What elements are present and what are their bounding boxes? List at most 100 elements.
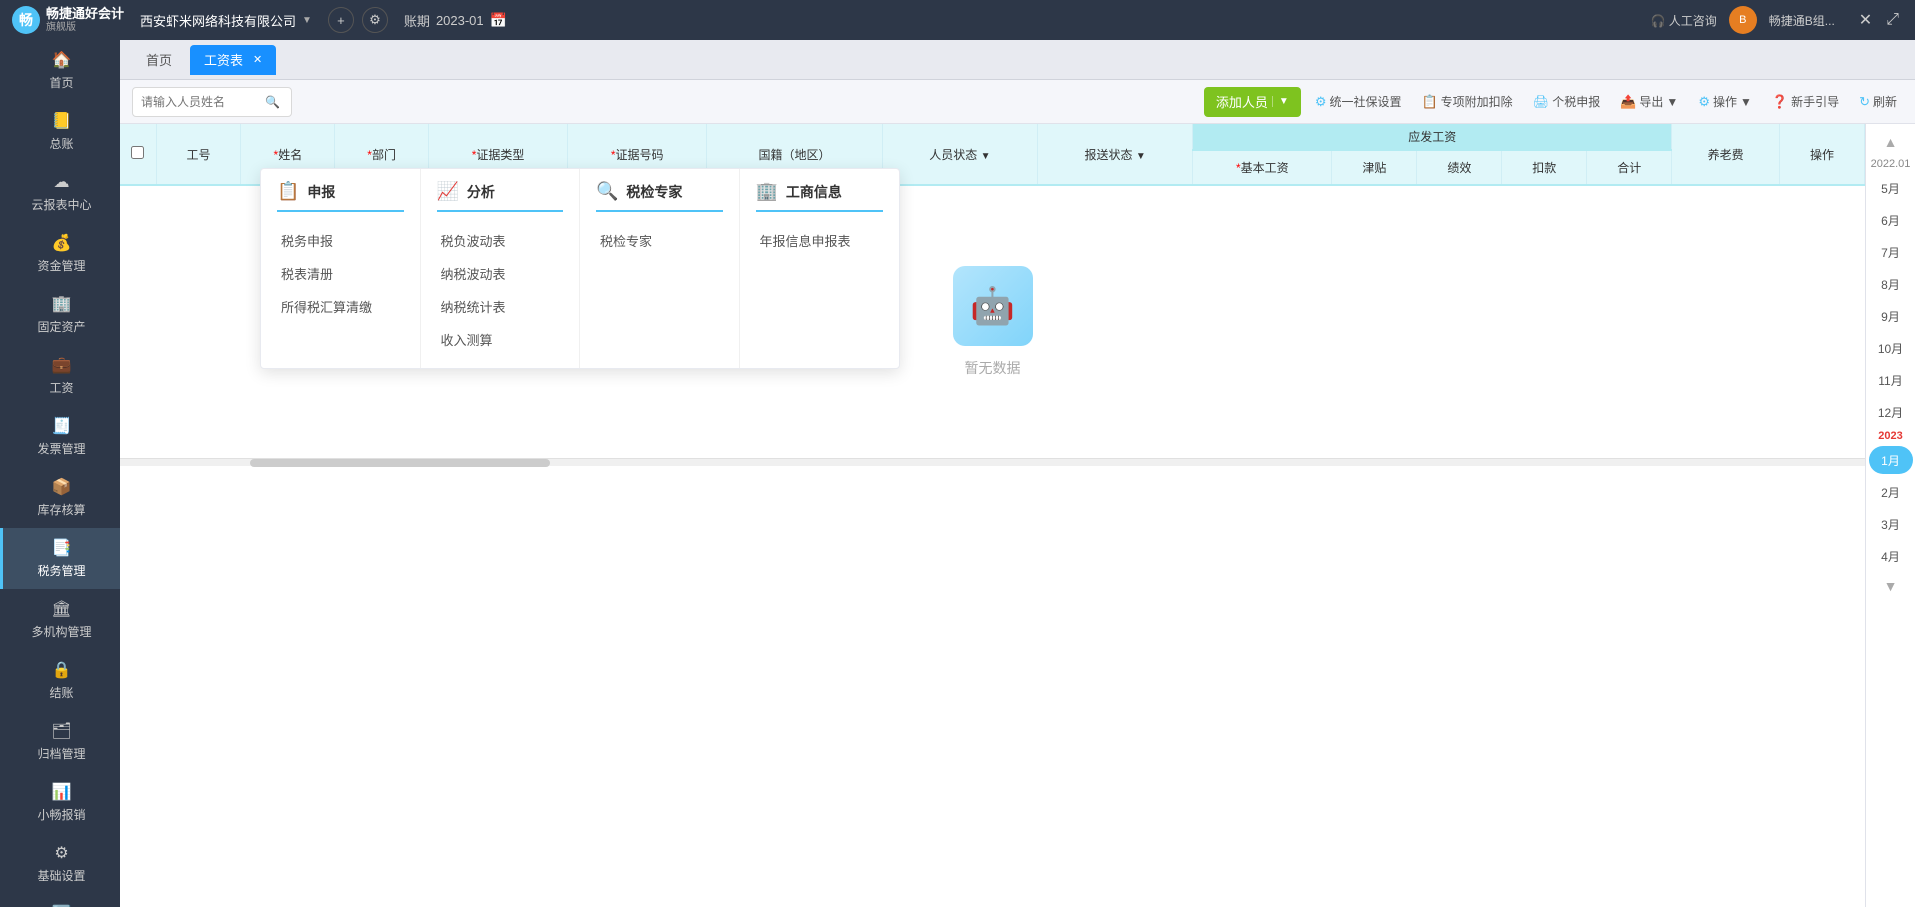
sidebar-item-home[interactable]: 🏠 首页	[0, 40, 120, 101]
operations-label: 操作	[1713, 93, 1737, 110]
sidebar-item-multi-org[interactable]: 🏛 多机构管理	[0, 589, 120, 650]
fixed-assets-icon: 🏢	[52, 294, 72, 314]
customer-service[interactable]: 🎧 人工咨询	[1650, 12, 1716, 29]
cal-month-5[interactable]: 5月	[1869, 174, 1913, 202]
search-input-wrapper[interactable]: 🔍	[132, 87, 292, 117]
refresh-button[interactable]: ↻ 刷新	[1853, 87, 1903, 117]
maximize-window-button[interactable]: ⤢	[1882, 10, 1903, 30]
social-insurance-icon: ⚙	[1315, 94, 1327, 110]
logo-icon: 畅	[12, 6, 40, 34]
dropdown-col-tax-expert-header: 🔍 税检专家	[596, 181, 723, 212]
menu-tax-fluctuation2[interactable]: 纳税波动表	[437, 257, 564, 290]
sidebar-item-invoice[interactable]: 🧾 发票管理	[0, 406, 120, 467]
tab-home[interactable]: 首页	[132, 45, 186, 75]
sidebar-item-report[interactable]: 📊 小畅报销	[0, 772, 120, 833]
horizontal-scrollbar[interactable]	[120, 458, 1865, 466]
sidebar-item-closing[interactable]: 🔒 结账	[0, 650, 120, 711]
menu-income-preview[interactable]: 收入测算	[437, 323, 564, 356]
refresh-label: 刷新	[1873, 93, 1897, 110]
sidebar-item-inventory[interactable]: 📦 库存核算	[0, 467, 120, 528]
toolbar: 🔍 添加人员 ▼ ⚙ 统一社保设置 📋 专项附加扣除 🖨 个税申报 📤	[120, 80, 1915, 124]
dropdown-col-declaration: 📋 申报 税务申报 税表清册 所得税汇算清缴	[261, 169, 421, 368]
sidebar-item-salary[interactable]: 💼 工资	[0, 345, 120, 406]
cal-month-11[interactable]: 11月	[1869, 366, 1913, 394]
cal-month-6[interactable]: 6月	[1869, 206, 1913, 234]
col-report-status: 报送状态 ▼	[1038, 124, 1193, 185]
menu-annual-report[interactable]: 年报信息申报表	[756, 224, 884, 257]
dropdown-col-tax-expert: 🔍 税检专家 税检专家	[580, 169, 740, 368]
tab-salary-label: 工资表	[204, 50, 243, 69]
calendar-icon[interactable]: 📅	[490, 12, 507, 29]
add-btn-label: 添加人员	[1216, 92, 1268, 111]
dropdown-col-analysis: 📈 分析 税负波动表 纳税波动表 纳税统计表 收入测算	[421, 169, 581, 368]
menu-tax-fluctuation[interactable]: 税负波动表	[437, 224, 564, 257]
cal-month-7[interactable]: 7月	[1869, 238, 1913, 266]
add-company-button[interactable]: +	[328, 7, 354, 33]
close-window-button[interactable]: ✕	[1855, 10, 1876, 30]
cal-month-12[interactable]: 12月	[1869, 398, 1913, 426]
search-icon: 🔍	[265, 95, 280, 109]
menu-tax-declare[interactable]: 税务申报	[277, 224, 404, 257]
cal-month-3[interactable]: 3月	[1869, 510, 1913, 538]
col-operation: 操作	[1779, 124, 1864, 185]
sidebar-item-label: 归档管理	[37, 745, 85, 762]
col-base-salary: *基本工资	[1193, 150, 1332, 185]
menu-income-clear[interactable]: 所得税汇算清缴	[277, 290, 404, 323]
new-guide-icon: ❓	[1772, 94, 1788, 110]
tab-salary[interactable]: 工资表 ✕	[190, 45, 276, 75]
cal-month-4[interactable]: 4月	[1869, 542, 1913, 570]
empty-icon: 🤖	[953, 266, 1033, 346]
col-total: 合计	[1587, 150, 1672, 185]
biz-info-title: 工商信息	[786, 182, 842, 202]
sidebar-item-ledger[interactable]: 📒 总账	[0, 101, 120, 162]
sidebar-item-label: 多机构管理	[31, 623, 91, 640]
select-all-checkbox[interactable]	[131, 146, 144, 159]
special-deduct-button[interactable]: 📋 专项附加扣除	[1415, 87, 1518, 117]
empty-text: 暂无数据	[965, 358, 1021, 378]
sidebar-item-tax[interactable]: 📑 税务管理	[0, 528, 120, 589]
sidebar-item-fund[interactable]: 💰 资金管理	[0, 223, 120, 284]
settings-button[interactable]: ⚙	[362, 7, 388, 33]
special-deduct-icon: 📋	[1421, 94, 1437, 110]
new-guide-button[interactable]: ❓ 新手引导	[1766, 87, 1845, 117]
tax-filing-button[interactable]: 🖨 个税申报	[1527, 87, 1607, 117]
menu-tax-stats[interactable]: 纳税统计表	[437, 290, 564, 323]
cal-month-8[interactable]: 8月	[1869, 270, 1913, 298]
col-performance: 绩效	[1417, 150, 1502, 185]
sidebar-item-cloud-report[interactable]: ☁ 云报表中心	[0, 162, 120, 223]
invoice-icon: 🧾	[52, 416, 72, 436]
tax-icon: 📑	[52, 538, 72, 558]
company-selector[interactable]: 西安虾米网络科技有限公司 ▼	[140, 11, 312, 30]
cal-month-10[interactable]: 10月	[1869, 334, 1913, 362]
cal-month-1-active[interactable]: 1月	[1869, 446, 1913, 474]
tab-close-icon[interactable]: ✕	[253, 53, 262, 66]
sidebar-item-basic-settings[interactable]: ⚙ 基础设置	[0, 833, 120, 894]
sidebar-item-label: 首页	[49, 74, 73, 91]
menu-tax-check[interactable]: 税检专家	[596, 224, 723, 257]
calendar-down-button[interactable]: ▼	[1877, 572, 1905, 600]
cal-year-2023: 2023	[1878, 430, 1902, 442]
search-input[interactable]	[141, 95, 261, 109]
scroll-thumb[interactable]	[250, 459, 550, 467]
export-button[interactable]: 📤 导出 ▼	[1614, 87, 1684, 117]
menu-tax-table[interactable]: 税表清册	[277, 257, 404, 290]
sidebar-item-new-guide[interactable]: 🆕 新手引导	[0, 894, 120, 907]
logo-area: 畅 畅捷通好会计 旗舰版	[12, 6, 132, 34]
analysis-title: 分析	[467, 182, 495, 202]
cal-month-2[interactable]: 2月	[1869, 478, 1913, 506]
add-btn-dropdown-arrow: ▼	[1272, 96, 1289, 107]
calendar-up-button[interactable]: ▲	[1877, 128, 1905, 156]
special-deduct-label: 专项附加扣除	[1441, 93, 1513, 110]
period-info: 账期 2023-01 📅	[404, 11, 507, 30]
tax-expert-title: 税检专家	[626, 182, 682, 202]
cal-month-9[interactable]: 9月	[1869, 302, 1913, 330]
operations-icon: ⚙	[1698, 94, 1710, 110]
add-person-button[interactable]: 添加人员 ▼	[1204, 87, 1301, 117]
avatar: B	[1729, 6, 1757, 34]
social-insurance-button[interactable]: ⚙ 统一社保设置	[1309, 87, 1408, 117]
user-name: 畅捷通B组...	[1769, 12, 1835, 29]
sidebar-item-archive[interactable]: 🗂 归档管理	[0, 711, 120, 772]
dropdown-panel[interactable]: 📋 申报 税务申报 税表清册 所得税汇算清缴 📈 分析	[260, 168, 900, 369]
operations-button[interactable]: ⚙ 操作 ▼	[1692, 87, 1758, 117]
sidebar-item-fixed-assets[interactable]: 🏢 固定资产	[0, 284, 120, 345]
